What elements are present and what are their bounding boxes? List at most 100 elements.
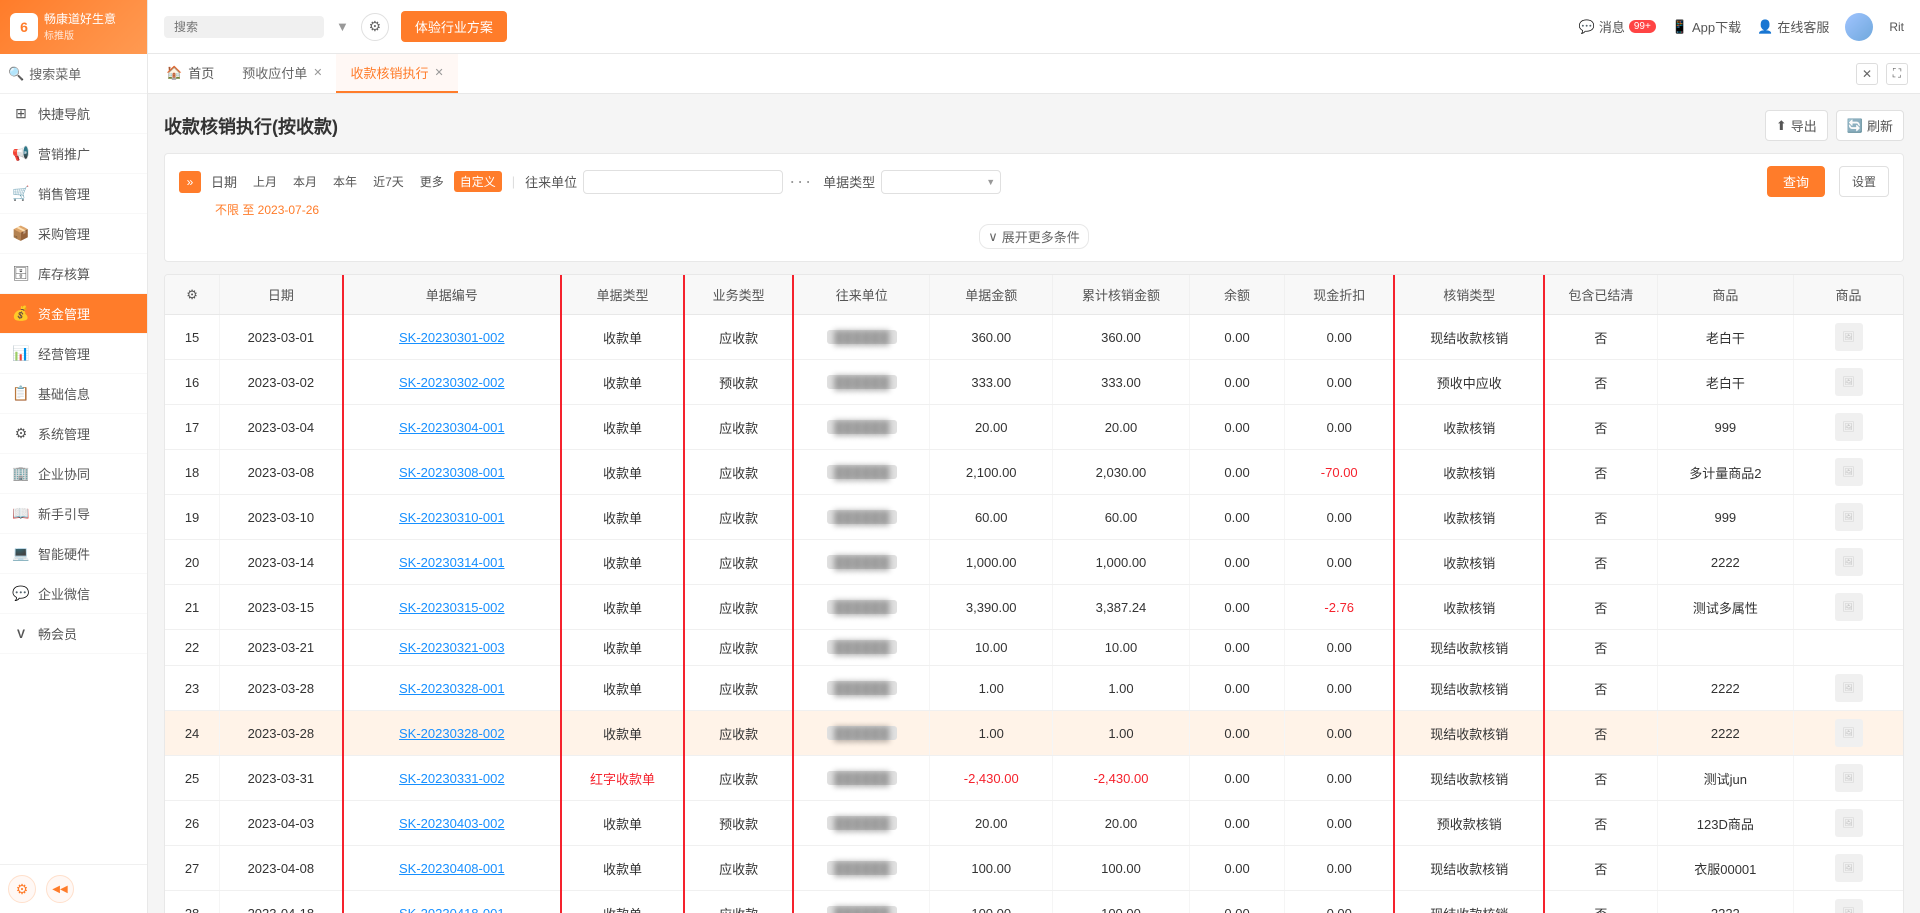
row-voucher-no[interactable]: SK-20230302-002 xyxy=(343,360,562,405)
guide-icon: 📖 xyxy=(12,505,30,523)
messages-label: 消息 xyxy=(1599,17,1625,36)
export-btn[interactable]: ⬆ 导出 xyxy=(1765,110,1828,141)
th-settings[interactable]: ⚙ xyxy=(165,275,220,315)
row-date: 2023-04-03 xyxy=(220,801,343,846)
row-amount: 1.00 xyxy=(930,711,1053,756)
sidebar-item-capital[interactable]: 💰 资金管理 xyxy=(0,294,147,334)
nav-search-input[interactable] xyxy=(164,16,324,38)
row-voucher-no[interactable]: SK-20230403-002 xyxy=(343,801,562,846)
row-voucher-type: 收款单 xyxy=(561,630,684,666)
row-voucher-no[interactable]: SK-20230308-001 xyxy=(343,450,562,495)
export-label: 导出 xyxy=(1791,116,1817,135)
tab-collection-close[interactable]: ✕ xyxy=(434,66,443,79)
custom-date-btn[interactable]: 自定义 xyxy=(454,171,502,192)
table-row: 152023-03-01SK-20230301-002收款单应收款██████3… xyxy=(165,315,1903,360)
tab-prepayment-close[interactable]: ✕ xyxy=(313,66,322,79)
topbar-right: 💬 消息 99+ 📱 App下载 👤 在线客服 Rit xyxy=(1579,13,1904,41)
table-header-row: ⚙ 日期 单据编号 单据类型 业务类型 往来单位 单据金额 累计核销金额 余额 … xyxy=(165,275,1903,315)
app-download-btn[interactable]: 📱 App下载 xyxy=(1672,17,1741,36)
search-label: 搜索菜单 xyxy=(29,64,81,83)
this-year-btn[interactable]: 本年 xyxy=(327,171,363,192)
row-product2: 🖼 xyxy=(1794,360,1903,405)
sidebar-item-sales[interactable]: 🛒 销售管理 xyxy=(0,174,147,214)
table-row: 262023-04-03SK-20230403-002收款单预收款██████2… xyxy=(165,801,1903,846)
page-title-bar: 收款核销执行(按收款) ⬆ 导出 🔄 刷新 xyxy=(164,110,1904,141)
row-voucher-no[interactable]: SK-20230304-001 xyxy=(343,405,562,450)
quick-nav-icon: ⊞ xyxy=(12,105,30,123)
user-avatar[interactable] xyxy=(1845,13,1873,41)
settings-bottom-icon[interactable]: ⚙ xyxy=(8,875,36,903)
row-partner: ██████ xyxy=(793,315,930,360)
row-voucher-type: 收款单 xyxy=(561,360,684,405)
row-voucher-no[interactable]: SK-20230321-003 xyxy=(343,630,562,666)
tab-home[interactable]: 🏠 首页 xyxy=(152,54,228,93)
sidebar-item-marketing[interactable]: 📢 营销推广 xyxy=(0,134,147,174)
row-voucher-no[interactable]: SK-20230418-001 xyxy=(343,891,562,913)
row-cancel-type: 现结收款核销 xyxy=(1394,666,1544,711)
row-voucher-no[interactable]: SK-20230314-001 xyxy=(343,540,562,585)
row-voucher-no[interactable]: SK-20230301-002 xyxy=(343,315,562,360)
th-voucher-no: 单据编号 xyxy=(343,275,562,315)
expand-more-btn[interactable]: ∨ 展开更多条件 xyxy=(979,224,1089,249)
row-date: 2023-04-08 xyxy=(220,846,343,891)
partner-filter: 往来单位 ··· xyxy=(525,170,813,194)
sidebar-item-guide[interactable]: 📖 新手引导 xyxy=(0,494,147,534)
tab-prepayment[interactable]: 预收应付单 ✕ xyxy=(228,54,336,93)
this-month-btn[interactable]: 本月 xyxy=(287,171,323,192)
sidebar-search[interactable]: 🔍 搜索菜单 xyxy=(0,54,147,94)
refresh-btn[interactable]: 🔄 刷新 xyxy=(1836,110,1904,141)
row-voucher-no[interactable]: SK-20230328-001 xyxy=(343,666,562,711)
row-biz-type: 应收款 xyxy=(684,585,793,630)
topbar-gear-btn[interactable]: ⚙ xyxy=(361,13,389,41)
tab-expand-btn[interactable]: ⛶ xyxy=(1886,63,1908,85)
filter-settings-btn[interactable]: 设置 xyxy=(1839,166,1889,197)
row-balance: 0.00 xyxy=(1189,495,1285,540)
messages-btn[interactable]: 💬 消息 99+ xyxy=(1579,17,1656,36)
more-date-btn[interactable]: 更多 xyxy=(414,171,450,192)
last-7days-btn[interactable]: 近7天 xyxy=(367,171,410,192)
topbar-chevron-icon[interactable]: ▼ xyxy=(336,19,349,34)
solution-btn[interactable]: 体验行业方案 xyxy=(401,11,507,42)
table-row: 252023-03-31SK-20230331-002红字收款单应收款█████… xyxy=(165,756,1903,801)
row-no: 23 xyxy=(165,666,220,711)
row-partner: ██████ xyxy=(793,756,930,801)
row-voucher-no[interactable]: SK-20230331-002 xyxy=(343,756,562,801)
row-biz-type: 应收款 xyxy=(684,756,793,801)
sidebar-item-member[interactable]: V 畅会员 xyxy=(0,614,147,654)
th-included: 包含已结清 xyxy=(1544,275,1657,315)
data-table: ⚙ 日期 单据编号 单据类型 业务类型 往来单位 单据金额 累计核销金额 余额 … xyxy=(165,275,1903,913)
tab-close-btn[interactable]: ✕ xyxy=(1856,63,1878,85)
row-no: 15 xyxy=(165,315,220,360)
query-btn[interactable]: 查询 xyxy=(1767,166,1825,197)
sidebar-item-hardware[interactable]: 💻 智能硬件 xyxy=(0,534,147,574)
last-month-btn[interactable]: 上月 xyxy=(247,171,283,192)
partner-input[interactable] xyxy=(583,170,783,194)
collapse-icon[interactable]: ◀◀ xyxy=(46,875,74,903)
filter-dots[interactable]: ··· xyxy=(789,171,813,192)
row-voucher-no[interactable]: SK-20230408-001 xyxy=(343,846,562,891)
row-cash-discount: 0.00 xyxy=(1285,756,1394,801)
row-included: 否 xyxy=(1544,315,1657,360)
sidebar-item-enterprise[interactable]: 🏢 企业协同 xyxy=(0,454,147,494)
sidebar-item-system[interactable]: ⚙ 系统管理 xyxy=(0,414,147,454)
sidebar-item-label: 经营管理 xyxy=(38,344,90,363)
sidebar-item-operations[interactable]: 📊 经营管理 xyxy=(0,334,147,374)
th-cancel-type: 核销类型 xyxy=(1394,275,1544,315)
sidebar-item-inventory[interactable]: 🗄 库存核算 xyxy=(0,254,147,294)
voucher-type-select[interactable] xyxy=(881,170,1001,194)
row-included: 否 xyxy=(1544,801,1657,846)
row-amount: -2,430.00 xyxy=(930,756,1053,801)
row-cash-discount: 0.00 xyxy=(1285,360,1394,405)
sidebar-item-purchase[interactable]: 📦 采购管理 xyxy=(0,214,147,254)
sidebar-item-basic[interactable]: 📋 基础信息 xyxy=(0,374,147,414)
row-voucher-no[interactable]: SK-20230315-002 xyxy=(343,585,562,630)
tab-collection[interactable]: 收款核销执行 ✕ xyxy=(336,54,457,93)
row-voucher-no[interactable]: SK-20230310-001 xyxy=(343,495,562,540)
filter-expand-btn[interactable]: » xyxy=(179,171,201,193)
tabbar-right: ✕ ⛶ xyxy=(1856,54,1916,93)
row-voucher-no[interactable]: SK-20230328-002 xyxy=(343,711,562,756)
sidebar-item-wechat[interactable]: 💬 企业微信 xyxy=(0,574,147,614)
row-no: 26 xyxy=(165,801,220,846)
sidebar-item-quick-nav[interactable]: ⊞ 快捷导航 xyxy=(0,94,147,134)
online-service-btn[interactable]: 👤 在线客服 xyxy=(1757,17,1829,36)
